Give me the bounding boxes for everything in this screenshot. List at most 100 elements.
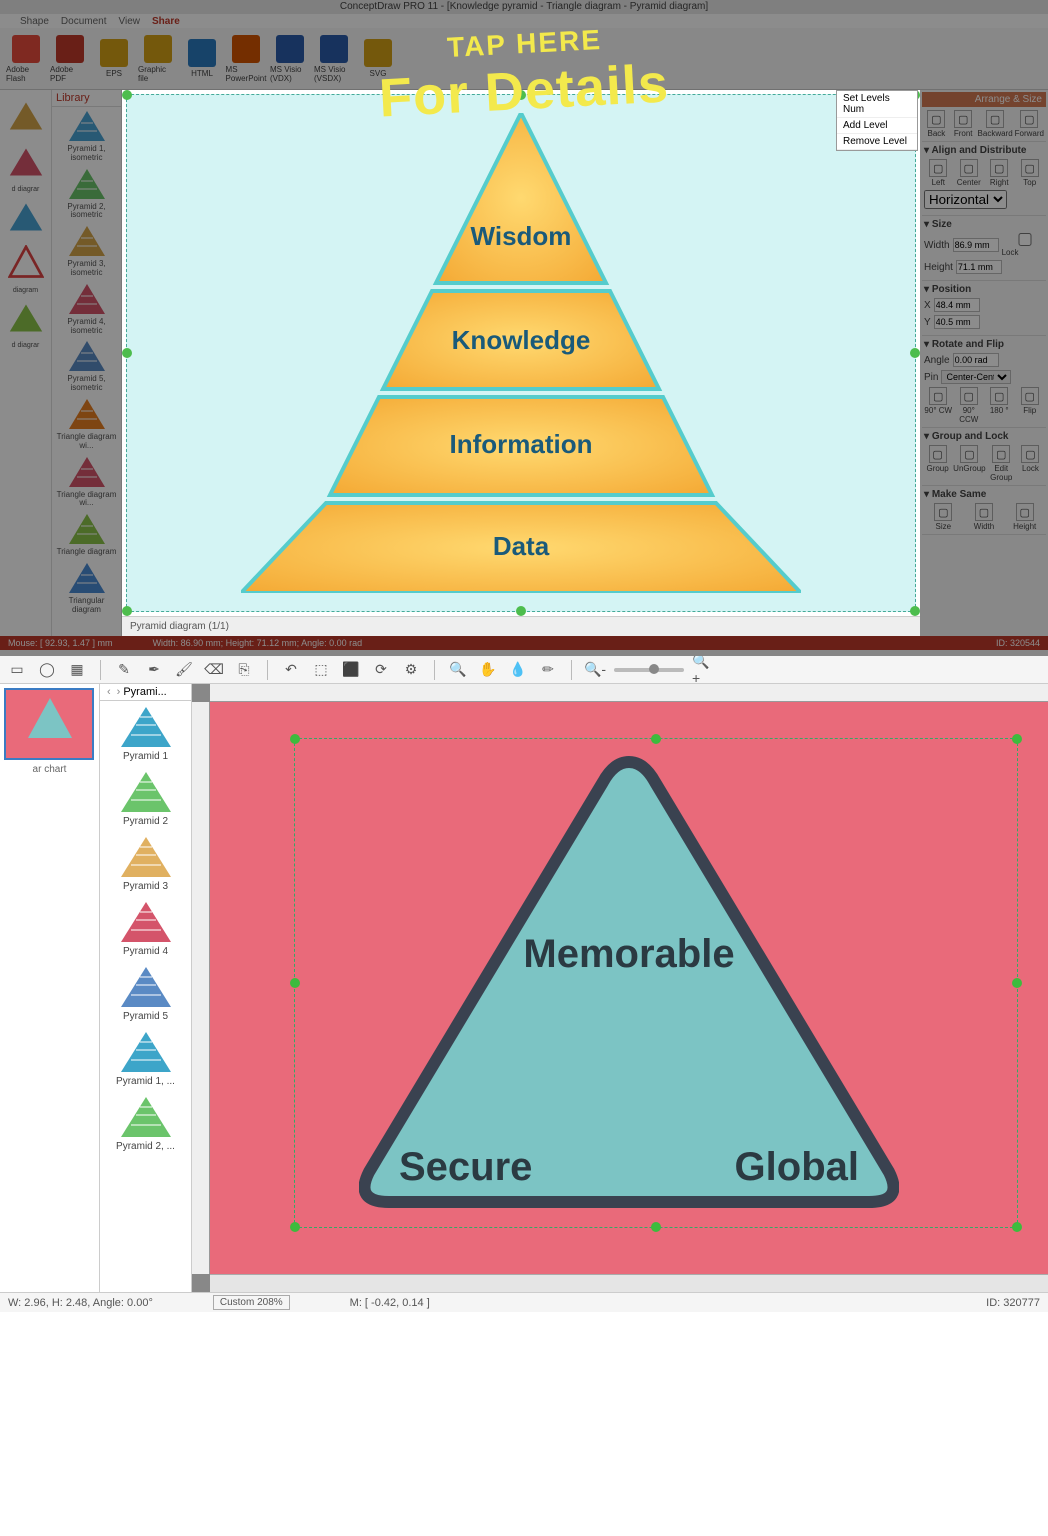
library-item[interactable]: Pyramid 2 [100, 766, 191, 831]
shape-grid-icon[interactable]: ▦ [66, 659, 88, 681]
panel-btn-edit-group[interactable]: ▢Edit Group [988, 445, 1015, 482]
forward-icon[interactable]: › [114, 686, 124, 698]
pyramid-level-4[interactable]: Data [241, 531, 801, 562]
library-item[interactable]: Pyramid 4, isometric [52, 280, 121, 338]
pyramid-level-2[interactable]: Knowledge [241, 325, 801, 356]
drawing-canvas-2[interactable]: Memorable Secure Global [210, 702, 1048, 1274]
zoom-dropdown[interactable]: Custom 208% [213, 1295, 290, 1310]
pencil-icon[interactable]: ✎ [113, 659, 135, 681]
shape-rect-icon[interactable]: ▭ [6, 659, 28, 681]
resize-handle[interactable] [651, 1222, 661, 1232]
angle-input[interactable] [953, 353, 999, 367]
shapes-panel-left: d diagrar diagram d diagrar [0, 90, 52, 636]
eyedropper-icon[interactable]: 💧 [507, 659, 529, 681]
distribute-icon[interactable]: ⬛ [340, 659, 362, 681]
pyramid-level-3[interactable]: Information [241, 429, 801, 460]
triangle-shape[interactable]: Memorable Secure Global [359, 752, 899, 1212]
resize-handle[interactable] [910, 606, 920, 616]
tap-overlay[interactable]: TAP HERE For Details [0, 28, 1048, 122]
panel-btn-left[interactable]: ▢Left [924, 159, 953, 187]
pyramid-level-1[interactable]: Wisdom [241, 221, 801, 252]
resize-handle[interactable] [516, 606, 526, 616]
drawing-canvas[interactable]: Wisdom Knowledge Information Data [126, 94, 916, 612]
resize-handle[interactable] [1012, 978, 1022, 988]
back-icon[interactable]: ‹ [104, 686, 114, 698]
resize-handle[interactable] [290, 978, 300, 988]
resize-handle[interactable] [651, 734, 661, 744]
library-item[interactable]: Pyramid 5, isometric [52, 337, 121, 395]
lock-checkbox[interactable] [1002, 233, 1048, 246]
panel-btn-right[interactable]: ▢Right [985, 159, 1014, 187]
library-item[interactable]: Pyramid 5 [100, 961, 191, 1026]
undo-icon[interactable]: ↶ [280, 659, 302, 681]
width-input[interactable] [953, 238, 999, 252]
panel-btn--cw[interactable]: ▢90° CW [924, 387, 953, 424]
resize-handle[interactable] [910, 348, 920, 358]
shape-thumb[interactable] [4, 195, 48, 239]
y-input[interactable] [934, 315, 980, 329]
zoom-icon[interactable]: 🔍 [447, 659, 469, 681]
page-thumb[interactable] [4, 688, 94, 760]
zoom-in-icon[interactable]: 🔍+ [692, 659, 714, 681]
distribute-select[interactable]: Horizontal [924, 190, 1007, 209]
pin-select[interactable]: Center-Center [941, 370, 1011, 384]
tab-view[interactable]: View [119, 16, 141, 27]
library-item[interactable]: Pyramid 3, isometric [52, 222, 121, 280]
hand-icon[interactable]: ✋ [477, 659, 499, 681]
panel-btn-lock[interactable]: ▢Lock [1017, 445, 1044, 482]
resize-handle[interactable] [1012, 734, 1022, 744]
canvas-area[interactable]: Wisdom Knowledge Information Data Pyrami… [122, 90, 920, 636]
library-item[interactable]: Triangle diagram wi... [52, 395, 121, 453]
tab-document[interactable]: Document [61, 16, 107, 27]
scrollbar-horizontal[interactable] [210, 1274, 1048, 1292]
zoom-slider[interactable] [614, 668, 684, 672]
library-item[interactable]: Pyramid 2, isometric [52, 165, 121, 223]
triangle-label-right[interactable]: Global [735, 1145, 859, 1190]
settings-icon[interactable]: ⚙ [400, 659, 422, 681]
panel-btn-width[interactable]: ▢Width [965, 503, 1004, 531]
ctx-remove-level[interactable]: Remove Level [837, 134, 917, 150]
shape-thumb[interactable] [4, 241, 48, 285]
brush-icon[interactable]: 🖌 [173, 659, 195, 681]
library-breadcrumb[interactable]: ‹ › Pyrami... [100, 684, 191, 701]
resize-handle[interactable] [122, 606, 132, 616]
shape-ellipse-icon[interactable]: ◯ [36, 659, 58, 681]
rotate-icon[interactable]: ⟳ [370, 659, 392, 681]
panel-btn--[interactable]: ▢180 ° [985, 387, 1014, 424]
panel-btn-size[interactable]: ▢Size [924, 503, 963, 531]
zoom-out-icon[interactable]: 🔍- [584, 659, 606, 681]
align-icon[interactable]: ⬚ [310, 659, 332, 681]
triangle-label-left[interactable]: Secure [399, 1145, 532, 1190]
height-input[interactable] [956, 260, 1002, 274]
pen-icon[interactable]: ✒ [143, 659, 165, 681]
shape-thumb[interactable] [4, 296, 48, 340]
panel-btn-group[interactable]: ▢Group [924, 445, 951, 482]
x-input[interactable] [934, 298, 980, 312]
library-item[interactable]: Pyramid 1, ... [100, 1026, 191, 1091]
panel-btn-flip[interactable]: ▢Flip [1016, 387, 1045, 424]
library-item[interactable]: Triangle diagram wi... [52, 453, 121, 511]
panel-btn-ungroup[interactable]: ▢UnGroup [953, 445, 985, 482]
panel-btn-center[interactable]: ▢Center [955, 159, 984, 187]
panel-btn-top[interactable]: ▢Top [1016, 159, 1045, 187]
library-item[interactable]: Triangular diagram [52, 559, 121, 617]
panel-btn--ccw[interactable]: ▢90° CCW [955, 387, 984, 424]
tab-share[interactable]: Share [152, 16, 180, 27]
eraser-icon[interactable]: ⌫ [203, 659, 225, 681]
resize-handle[interactable] [122, 348, 132, 358]
triangle-label-top[interactable]: Memorable [523, 932, 734, 977]
library-item[interactable]: Pyramid 3 [100, 831, 191, 896]
library-item[interactable]: Pyramid 4 [100, 896, 191, 961]
resize-handle[interactable] [1012, 1222, 1022, 1232]
panel-btn-height[interactable]: ▢Height [1005, 503, 1044, 531]
resize-handle[interactable] [290, 1222, 300, 1232]
library-item[interactable]: Pyramid 1 [100, 701, 191, 766]
marker-icon[interactable]: ✏ [537, 659, 559, 681]
copy-icon[interactable]: ⎘ [233, 659, 255, 681]
library-item[interactable]: Pyramid 2, ... [100, 1091, 191, 1156]
page-tab[interactable]: Pyramid diagram (1/1) [122, 616, 920, 636]
resize-handle[interactable] [290, 734, 300, 744]
library-item[interactable]: Triangle diagram [52, 510, 121, 559]
pyramid-shape[interactable]: Wisdom Knowledge Information Data [241, 113, 801, 593]
tab-shape[interactable]: Shape [20, 16, 49, 27]
